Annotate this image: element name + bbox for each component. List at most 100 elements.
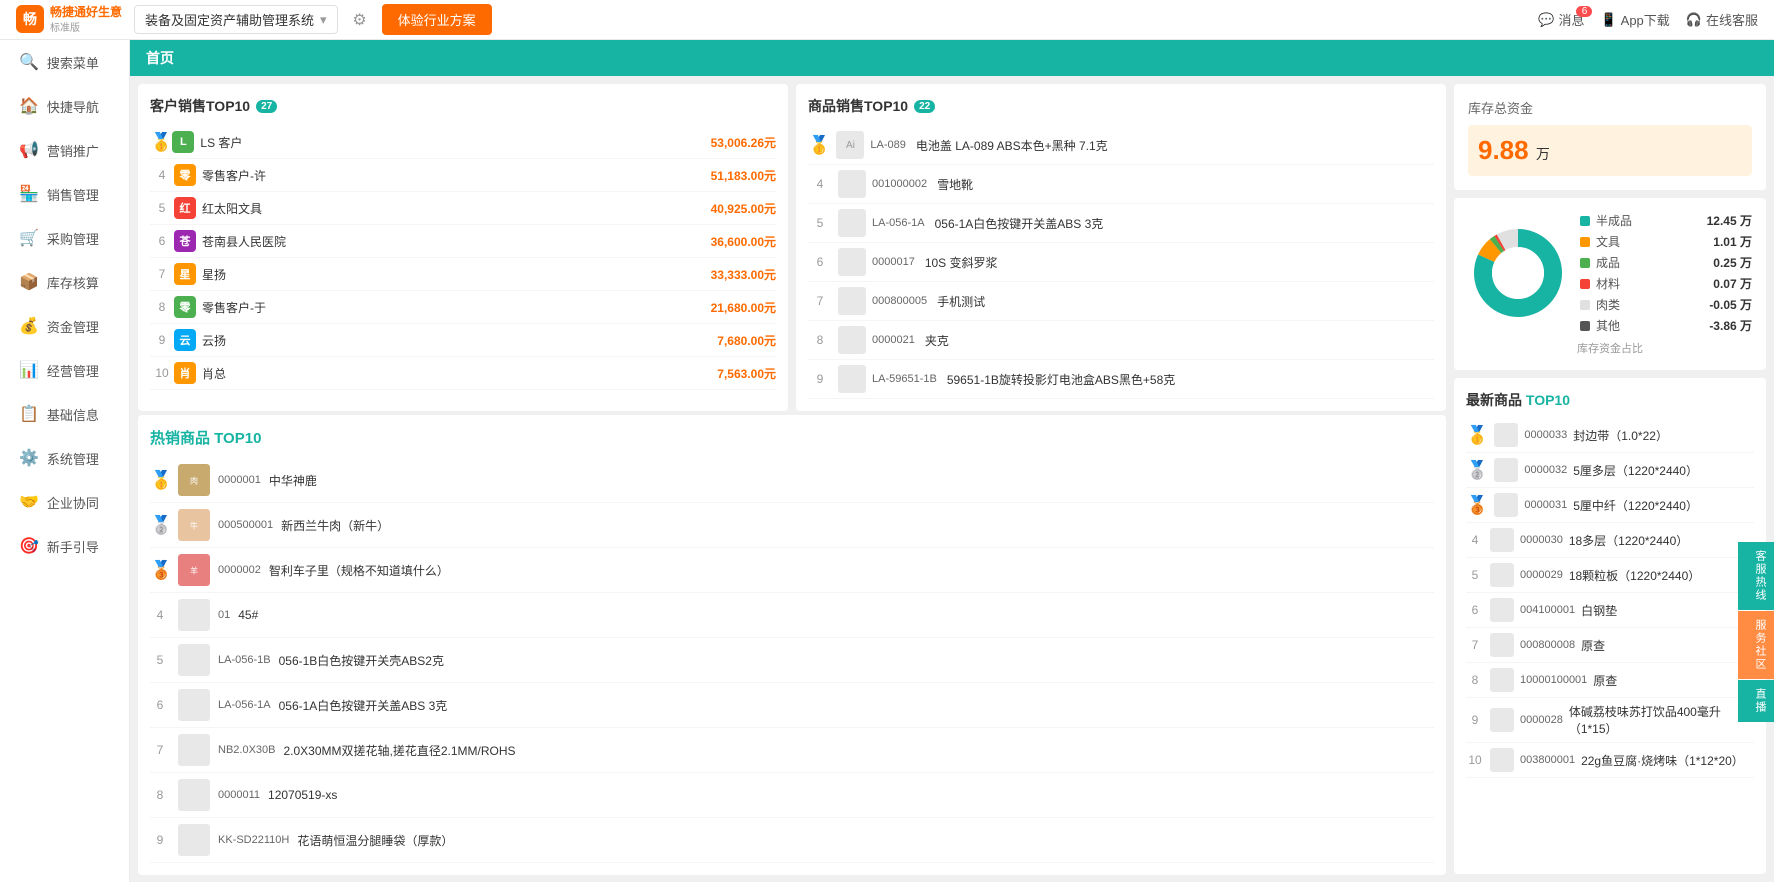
donut-chart: [1468, 223, 1568, 323]
table-row: 8 零 零售客户-于 21,680.00元: [150, 291, 776, 324]
sidebar-item-sales[interactable]: 🏪 销售管理: [0, 172, 129, 216]
topbar: 畅 畅捷通好生意 标准版 装备及固定资产辅助管理系统 ▾ ⚙ 体验行业方案 💬 …: [0, 0, 1774, 40]
content-area: 首页 客户销售TOP10 27 🥇: [130, 40, 1774, 882]
system-selector[interactable]: 装备及固定资产辅助管理系统 ▾: [134, 5, 338, 34]
inventory-total-card: 库存总资金 9.88 万: [1454, 84, 1766, 190]
product-thumbnail: [178, 734, 210, 766]
bronze-medal-icon: 🥉: [150, 560, 170, 581]
logo-title: 畅捷通好生意: [50, 5, 122, 19]
customer-badge-icon: 星: [174, 263, 196, 285]
message-button[interactable]: 💬 消息 6: [1538, 10, 1584, 29]
customer-ranking-table: 🥇 L LS 客户 53,006.26元 4 零 零售客户-许 51,183.0…: [150, 126, 776, 390]
sidebar-item-guide[interactable]: 🎯 新手引导: [0, 524, 129, 568]
customer-service-button[interactable]: 客服热线: [1738, 542, 1774, 610]
product-thumbnail: 羊: [178, 554, 210, 586]
system-selector-area: 装备及固定资产辅助管理系统 ▾ ⚙ 体验行业方案: [134, 4, 1526, 35]
gold-medal-icon: 🥇: [808, 135, 830, 156]
sidebar-label-basic: 基础信息: [47, 405, 99, 424]
sidebar-label-search: 搜索菜单: [47, 53, 99, 72]
hot-products-title: 热销商品 TOP10: [150, 427, 1434, 448]
customer-ranking-card: 客户销售TOP10 27 🥇 L LS 客户 53,006.26元: [138, 84, 788, 411]
sidebar-item-quick[interactable]: 🏠 快捷导航: [0, 84, 129, 128]
page-body: 客户销售TOP10 27 🥇 L LS 客户 53,006.26元: [130, 76, 1774, 882]
live-broadcast-button[interactable]: 直播: [1738, 680, 1774, 722]
list-item: 6 LA-056-1A 056-1A白色按键开关盖ABS 3克: [150, 683, 1434, 728]
product-badge: 22: [914, 100, 935, 113]
message-badge: 6: [1576, 6, 1592, 17]
sidebar-item-basic[interactable]: 📋 基础信息: [0, 392, 129, 436]
legend-color-dot: [1580, 258, 1590, 268]
product-thumbnail: [178, 689, 210, 721]
customer-badge-icon: 红: [174, 197, 196, 219]
left-panel: 客户销售TOP10 27 🥇 L LS 客户 53,006.26元: [130, 76, 1454, 882]
sales-icon: 🏪: [19, 184, 39, 204]
operation-icon: 📊: [19, 360, 39, 380]
sidebar-label-operation: 经营管理: [47, 361, 99, 380]
legend-item: 其他 -3.86 万: [1580, 317, 1752, 334]
sidebar-item-purchase[interactable]: 🛒 采购管理: [0, 216, 129, 260]
finance-icon: 💰: [19, 316, 39, 336]
legend-color-dot: [1580, 321, 1590, 331]
home-icon: 🏠: [19, 96, 39, 116]
legend-item: 半成品 12.45 万: [1580, 212, 1752, 229]
svg-text:牛: 牛: [190, 521, 198, 531]
product-thumbnail: [1490, 563, 1514, 587]
product-ranking-card: 商品销售TOP10 22 🥇 Ai LA-089 电池盖 LA-089 ABS本…: [796, 84, 1446, 411]
product-thumbnail: [1494, 458, 1518, 482]
legend-color-dot: [1580, 300, 1590, 310]
home-tab[interactable]: 首页: [146, 48, 174, 68]
silver-medal-icon: 🥈: [150, 515, 170, 536]
list-item: 5 LA-056-1B 056-1B白色按键开关壳ABS2克: [150, 638, 1434, 683]
product-thumbnail: [1490, 598, 1514, 622]
legend-color-dot: [1580, 279, 1590, 289]
inventory-value: 9.88 万: [1478, 135, 1550, 165]
gold-medal-icon: 🥇: [1466, 425, 1488, 446]
list-item: 🥉 0000031 5厘中纤（1220*2440）: [1466, 488, 1754, 523]
svg-text:羊: 羊: [190, 566, 198, 576]
sidebar-item-marketing[interactable]: 📢 营销推广: [0, 128, 129, 172]
sidebar-item-inventory[interactable]: 📦 库存核算: [0, 260, 129, 304]
service-community-button[interactable]: 服务社区: [1738, 611, 1774, 679]
table-row: 🥇 Ai LA-089 电池盖 LA-089 ABS本色+黑种 7.1克: [808, 126, 1434, 165]
inventory-icon: 📦: [19, 272, 39, 292]
inventory-label: 库存总资金: [1468, 98, 1752, 117]
legend-color-dot: [1580, 237, 1590, 247]
settings-icon[interactable]: ⚙: [346, 6, 374, 34]
list-item: 10 003800001 22g鱼豆腐·烧烤味（1*12*20）: [1466, 743, 1754, 778]
logo-area: 畅 畅捷通好生意 标准版: [16, 5, 122, 34]
logo-text-block: 畅捷通好生意 标准版: [50, 5, 122, 34]
headset-icon: 🎧: [1686, 12, 1702, 28]
sidebar-item-system[interactable]: ⚙️ 系统管理: [0, 436, 129, 480]
new-products-title: 最新商品 TOP10: [1466, 390, 1754, 410]
sidebar-item-enterprise[interactable]: 🤝 企业协同: [0, 480, 129, 524]
guide-icon: 🎯: [19, 536, 39, 556]
trial-button[interactable]: 体验行业方案: [382, 4, 492, 35]
right-panel: 库存总资金 9.88 万: [1454, 76, 1774, 882]
new-products-highlight: TOP10: [1526, 392, 1570, 408]
sidebar-item-operation[interactable]: 📊 经营管理: [0, 348, 129, 392]
table-row: 7 星 星扬 33,333.00元: [150, 258, 776, 291]
app-download-button[interactable]: 📱 App下载: [1600, 10, 1669, 29]
list-item: 7 NB2.0X30B 2.0X30MM双搓花轴,搓花直径2.1MM/ROHS: [150, 728, 1434, 773]
sidebar-label-purchase: 采购管理: [47, 229, 99, 248]
sidebar-item-finance[interactable]: 💰 资金管理: [0, 304, 129, 348]
new-products-card: 最新商品 TOP10 🥇 0000033 封边带（1.0*22） 🥈 00000…: [1454, 378, 1766, 874]
sidebar-item-search[interactable]: 🔍 搜索菜单: [0, 40, 129, 84]
customer-badge: 27: [256, 100, 277, 113]
product-thumbnail: [838, 287, 866, 315]
online-service-button[interactable]: 🎧 在线客服: [1686, 10, 1758, 29]
legend-item: 文具 1.01 万: [1580, 233, 1752, 250]
table-row: 🥇 L LS 客户 53,006.26元: [150, 126, 776, 159]
table-row: 6 0000017 10S 变斜罗浆: [808, 243, 1434, 282]
list-item: 8 0000011 12070519-xs: [150, 773, 1434, 818]
list-item: 🥉 羊 0000002 智利车子里（规格不知道填什么）: [150, 548, 1434, 593]
list-item: 4 01 45#: [150, 593, 1434, 638]
product-thumbnail: [838, 326, 866, 354]
product-thumbnail: [1490, 528, 1514, 552]
table-row: 9 LA-59651-1B 59651-1B旋转投影灯电池盒ABS黑色+58克: [808, 360, 1434, 399]
inventory-chart-card: 半成品 12.45 万 文具 1.01 万 成品 0: [1454, 198, 1766, 370]
customer-badge-icon: 零: [174, 164, 196, 186]
sidebar-label-inventory: 库存核算: [47, 273, 99, 292]
chevron-down-icon: ▾: [320, 12, 327, 28]
table-row: 4 001000002 雪地靴: [808, 165, 1434, 204]
